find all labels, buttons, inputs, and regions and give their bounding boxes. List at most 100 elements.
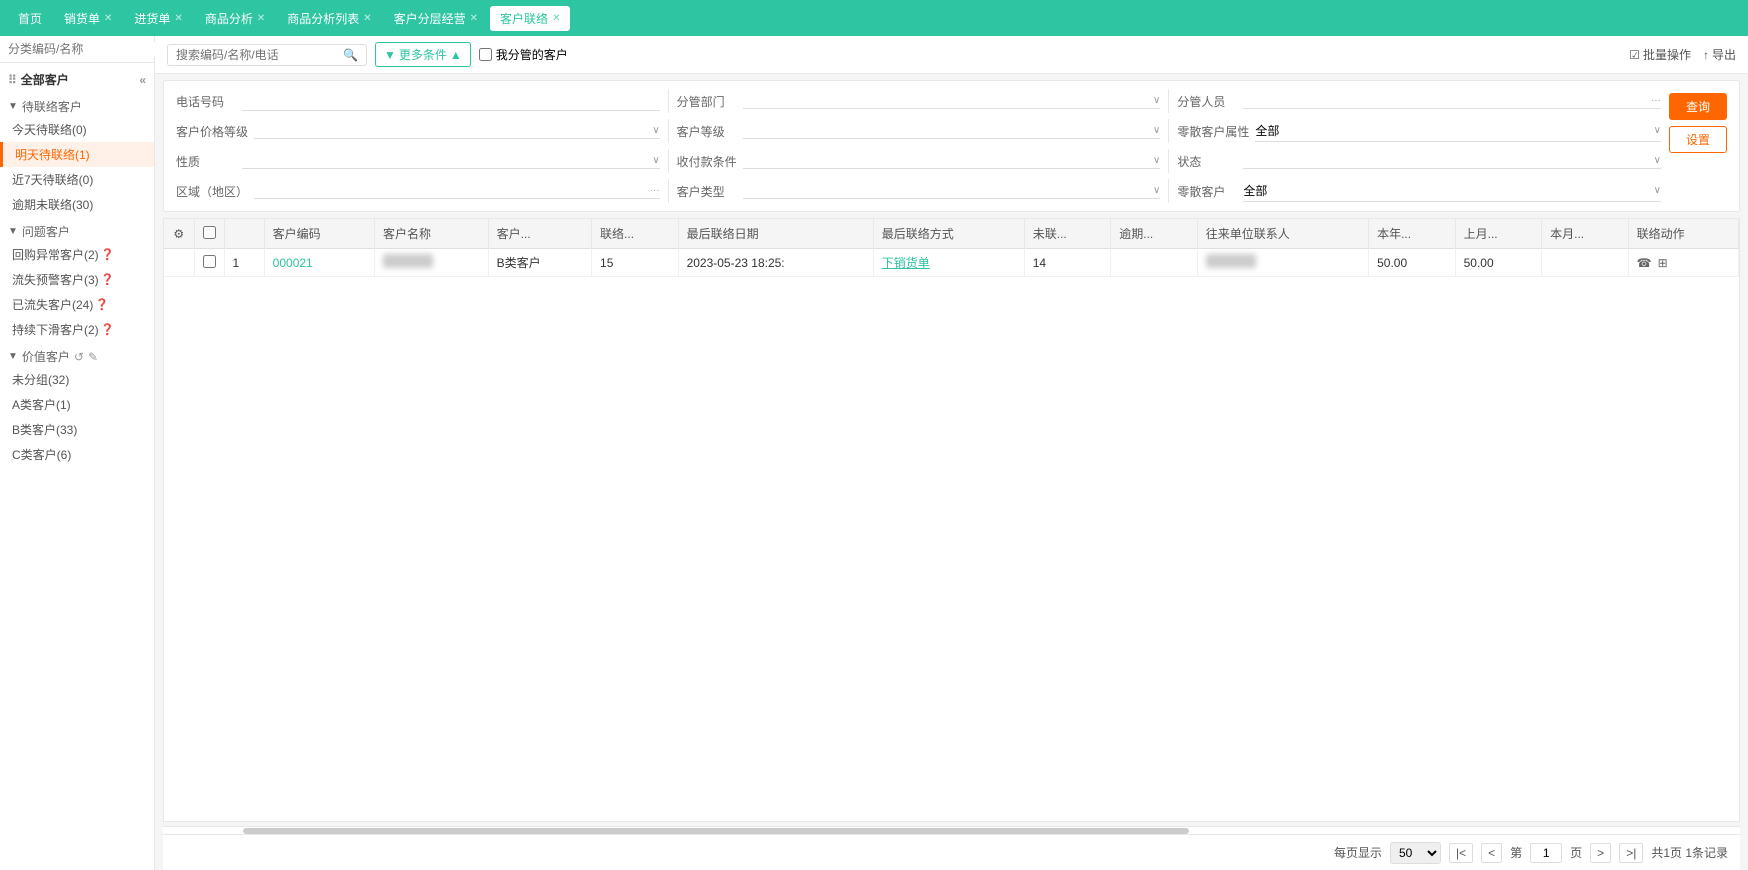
setting-button[interactable]: 设置 [1669,126,1727,153]
export-button[interactable]: ↑ 导出 [1703,46,1736,63]
per-page-select[interactable]: 50 20 100 [1390,842,1441,864]
sidebar-item-class-c[interactable]: C类客户(6) [0,442,154,467]
filter-person: 分管人员 ··· [1177,93,1661,110]
filter-payment-select[interactable]: ∨ [743,153,1161,169]
my-customer-check-input[interactable] [479,48,492,61]
last-page-button[interactable]: >| [1619,843,1643,863]
nav-close-icon[interactable]: ✕ [174,13,182,24]
nav-purchase-order[interactable]: 进货单 ✕ [124,6,192,31]
sidebar-item-today-contact[interactable]: 今天待联络(0) [0,117,154,142]
sidebar-search-input[interactable] [8,42,163,56]
data-table-container: ⚙ 客户编码 客户名称 客户... 联络... [163,218,1740,822]
filter-retail-attr-select[interactable]: 全部 ∨ [1255,120,1661,142]
filter-row-2: 客户价格等级 ∨ 客户等级 ∨ [176,119,1661,143]
sidebar-item-repurchase-abnormal[interactable]: 回购异常客户(2) ❓ [0,242,154,267]
th-name[interactable]: 客户名称 [374,219,488,249]
th-unit-contact[interactable]: 往来单位联系人 [1197,219,1368,249]
problem-customer-section: ▼ 问题客户 [0,217,154,242]
filter-nature-select[interactable]: ∨ [242,153,660,169]
nav-product-analysis[interactable]: 商品分析 ✕ [195,6,275,31]
nav-close-icon[interactable]: ✕ [470,13,478,24]
th-code[interactable]: 客户编码 [264,219,374,249]
th-type[interactable]: 客户... [488,219,591,249]
th-settings[interactable]: ⚙ [164,219,194,249]
query-button[interactable]: 查询 [1669,93,1727,120]
nav-customer-contact[interactable]: 客户联络 ✕ [490,6,570,31]
nav-home[interactable]: 首页 [8,6,52,31]
top-navigation: 首页 销货单 ✕ 进货单 ✕ 商品分析 ✕ 商品分析列表 ✕ 客户分层经营 ✕ … [0,0,1748,36]
sidebar-item-declining[interactable]: 持续下滑客户(2) ❓ [0,317,154,342]
chevron-down-icon: ∨ [652,125,659,136]
nav-customer-segmentation[interactable]: 客户分层经营 ✕ [384,6,488,31]
row-checkbox[interactable] [203,255,216,268]
value-customer-section: ▼ 价值客户 ↺ ✎ [0,342,154,367]
nav-product-analysis-list[interactable]: 商品分析列表 ✕ [277,6,381,31]
th-last-contact-way[interactable]: 最后联络方式 [873,219,1024,249]
sidebar-item-class-a[interactable]: A类客户(1) [0,392,154,417]
filter-dept-select[interactable]: ∨ [743,93,1161,109]
sidebar-item-churned[interactable]: 已流失客户(24) ❓ [0,292,154,317]
td-last-contact-way[interactable]: 下销货单 [873,249,1024,277]
more-action-icon[interactable]: ⊞ [1658,256,1668,270]
help-icon[interactable]: ❓ [101,273,115,286]
edit-icon[interactable]: ✎ [88,350,98,364]
th-last-month[interactable]: 上月... [1455,219,1542,249]
more-filter-button[interactable]: ▼ 更多条件 ▲ [375,42,471,67]
next-page-button[interactable]: > [1590,843,1611,863]
page-label: 第 [1510,844,1522,861]
sidebar-item-tomorrow-contact[interactable]: 明天待联络(1) [0,142,154,167]
th-last-contact-date[interactable]: 最后联络日期 [678,219,873,249]
filter-customer-type-select[interactable]: ∨ [743,183,1161,199]
collapse-icon[interactable]: « [139,73,146,87]
my-customer-checkbox[interactable]: 我分管的客户 [479,46,568,63]
filter-region-select[interactable]: ··· [254,183,660,199]
nav-sales-order[interactable]: 销货单 ✕ [54,6,122,31]
sidebar-item-ungrouped[interactable]: 未分组(32) [0,367,154,392]
filter-customer-level-select[interactable]: ∨ [743,123,1161,139]
arrow-icon: ▼ [8,351,18,362]
batch-operation-button[interactable]: ☑ 批量操作 [1629,46,1691,63]
sidebar-item-class-b[interactable]: B类客户(33) [0,417,154,442]
contact-icon[interactable]: ☎ [1637,256,1652,270]
main-search-input[interactable] [176,48,343,62]
th-uncontact[interactable]: 未联... [1024,219,1111,249]
th-contact[interactable]: 联络... [592,219,679,249]
all-customers-header[interactable]: ⠿ 全部客户 « [0,67,154,92]
td-this-year: 50.00 [1369,249,1456,277]
select-all-checkbox[interactable] [203,226,216,239]
first-page-button[interactable]: |< [1449,843,1473,863]
th-this-month[interactable]: 本月... [1542,219,1629,249]
data-table: ⚙ 客户编码 客户名称 客户... 联络... [164,219,1739,277]
page-number-input[interactable] [1530,843,1562,863]
filter-person-select[interactable]: ··· [1243,93,1661,109]
td-code[interactable]: 000021 [264,249,374,277]
filter-region: 区域（地区） ··· [176,183,660,200]
nav-close-icon[interactable]: ✕ [104,13,112,24]
sidebar-item-overdue-contact[interactable]: 逾期未联络(30) [0,192,154,217]
filter-retail-customer-select[interactable]: 全部 ∨ [1243,180,1661,202]
refresh-icon[interactable]: ↺ [74,350,84,364]
th-no [224,219,264,249]
nav-close-icon[interactable]: ✕ [552,13,560,24]
filter-status-select[interactable]: ∨ [1243,153,1661,169]
chevron-up-icon: ▲ [450,48,462,62]
td-checkbox[interactable] [194,249,224,277]
prev-page-button[interactable]: < [1481,843,1502,863]
sidebar-item-churn-warning[interactable]: 流失预警客户(3) ❓ [0,267,154,292]
td-contact: 15 [592,249,679,277]
th-this-year[interactable]: 本年... [1369,219,1456,249]
filter-phone-input[interactable] [242,92,660,111]
help-icon[interactable]: ❓ [101,323,115,336]
filter-retail-customer-label: 零散客户 [1177,183,1237,200]
help-icon[interactable]: ❓ [101,248,115,261]
td-name [374,249,488,277]
th-checkbox[interactable] [194,219,224,249]
sidebar-item-7day-contact[interactable]: 近7天待联络(0) [0,167,154,192]
help-icon[interactable]: ❓ [95,298,109,311]
nav-close-icon[interactable]: ✕ [363,13,371,24]
search-icon[interactable]: 🔍 [343,48,358,62]
main-layout: 🔍 ⠿ 全部客户 « ▼ 待联络客户 今天待联络(0) 明天待联络(1) [0,36,1748,870]
nav-close-icon[interactable]: ✕ [257,13,265,24]
filter-price-level-select[interactable]: ∨ [254,123,660,139]
th-overdue[interactable]: 逾期... [1111,219,1198,249]
